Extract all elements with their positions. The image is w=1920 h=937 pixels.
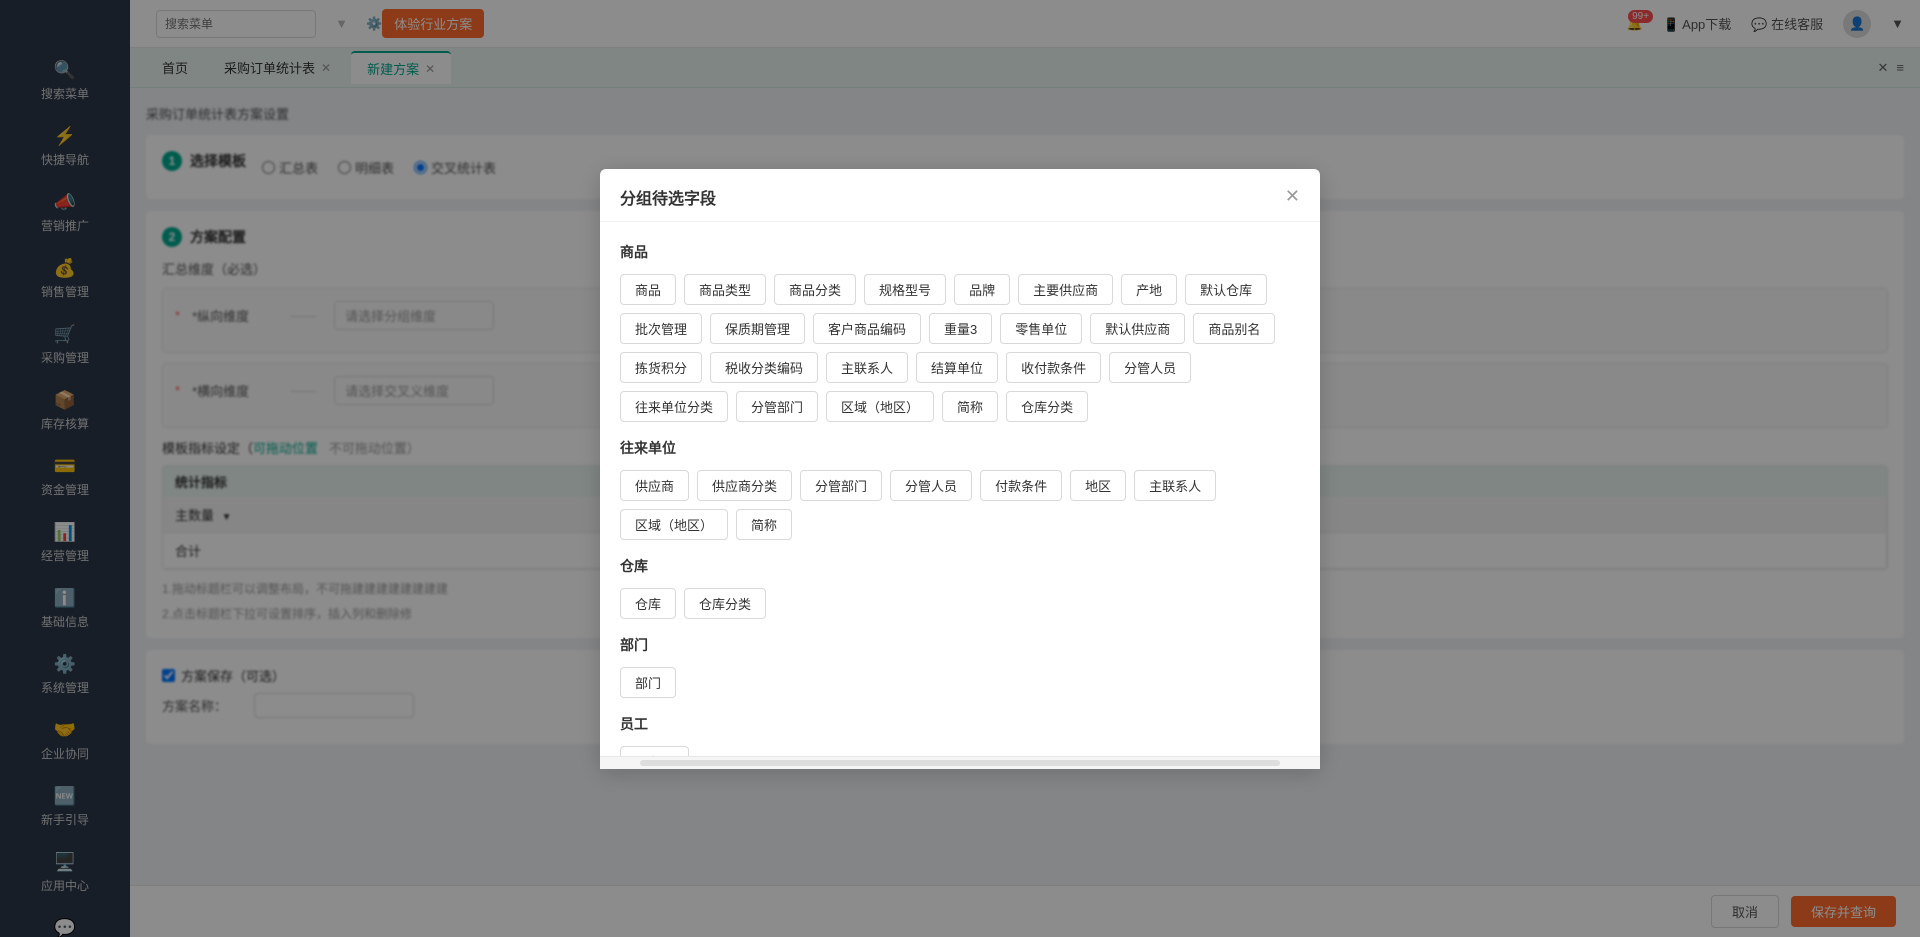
modal-title: 分组待选字段 [620,185,716,209]
field-tag-0-7[interactable]: 默认仓库 [1185,274,1267,305]
field-tag-1-4[interactable]: 付款条件 [980,470,1062,501]
modal-horizontal-scrollbar[interactable] [640,760,1281,766]
field-tag-1-2[interactable]: 分管部门 [800,470,882,501]
field-tags-2: 仓库仓库分类 [620,588,1300,619]
field-tags-4: 业务员 [620,746,1300,757]
field-tag-0-10[interactable]: 客户商品编码 [813,313,921,344]
field-tag-0-3[interactable]: 规格型号 [864,274,946,305]
field-tag-0-9[interactable]: 保质期管理 [710,313,805,344]
field-tag-0-1[interactable]: 商品类型 [684,274,766,305]
field-tag-0-19[interactable]: 收付款条件 [1006,352,1101,383]
field-tag-0-21[interactable]: 往来单位分类 [620,391,728,422]
field-tag-0-11[interactable]: 重量3 [929,313,992,344]
field-tag-0-24[interactable]: 简称 [942,391,998,422]
field-tag-0-15[interactable]: 拣货积分 [620,352,702,383]
field-tag-1-6[interactable]: 主联系人 [1134,470,1216,501]
modal-close-button[interactable]: ✕ [1285,186,1300,207]
field-tag-1-1[interactable]: 供应商分类 [697,470,792,501]
field-tag-2-0[interactable]: 仓库 [620,588,676,619]
field-tags-3: 部门 [620,667,1300,698]
field-tag-0-2[interactable]: 商品分类 [774,274,856,305]
field-tag-2-1[interactable]: 仓库分类 [684,588,766,619]
field-tags-1: 供应商供应商分类分管部门分管人员付款条件地区主联系人区域（地区） 简称 [620,470,1300,540]
field-tag-0-16[interactable]: 税收分类编码 [710,352,818,383]
field-tag-0-18[interactable]: 结算单位 [916,352,998,383]
section-title-2: 仓库 [620,556,1300,576]
field-tags-0: 商品商品类型商品分类规格型号品牌主要供应商产地默认仓库批次管理保质期管理客户商品… [620,274,1300,422]
field-tag-0-0[interactable]: 商品 [620,274,676,305]
field-tag-0-23[interactable]: 区域（地区） [826,391,934,422]
modal: 分组待选字段 ✕ 商品商品商品类型商品分类规格型号品牌主要供应商产地默认仓库批次… [600,169,1320,769]
field-tag-0-14[interactable]: 商品别名 [1193,313,1275,344]
modal-header: 分组待选字段 ✕ [600,169,1320,222]
field-tag-0-5[interactable]: 主要供应商 [1018,274,1113,305]
modal-scrollbar-area[interactable] [600,756,1320,768]
modal-body: 商品商品商品类型商品分类规格型号品牌主要供应商产地默认仓库批次管理保质期管理客户… [600,222,1320,757]
section-title-0: 商品 [620,242,1300,262]
field-tag-0-25[interactable]: 仓库分类 [1006,391,1088,422]
field-tag-0-6[interactable]: 产地 [1121,274,1177,305]
field-tag-0-12[interactable]: 零售单位 [1000,313,1082,344]
field-tag-0-13[interactable]: 默认供应商 [1090,313,1185,344]
field-tag-1-3[interactable]: 分管人员 [890,470,972,501]
field-tag-1-5[interactable]: 地区 [1070,470,1126,501]
section-title-1: 往来单位 [620,438,1300,458]
field-tag-1-8[interactable]: 简称 [736,509,792,540]
field-tag-0-8[interactable]: 批次管理 [620,313,702,344]
field-tag-0-4[interactable]: 品牌 [954,274,1010,305]
section-title-4: 员工 [620,714,1300,734]
modal-overlay: 分组待选字段 ✕ 商品商品商品类型商品分类规格型号品牌主要供应商产地默认仓库批次… [0,0,1920,937]
field-tag-1-0[interactable]: 供应商 [620,470,689,501]
section-title-3: 部门 [620,635,1300,655]
field-tag-1-7[interactable]: 区域（地区） [620,509,728,540]
field-tag-0-20[interactable]: 分管人员 [1109,352,1191,383]
field-tag-0-17[interactable]: 主联系人 [826,352,908,383]
field-tag-3-0[interactable]: 部门 [620,667,676,698]
field-tag-4-0[interactable]: 业务员 [620,746,689,757]
field-tag-0-22[interactable]: 分管部门 [736,391,818,422]
